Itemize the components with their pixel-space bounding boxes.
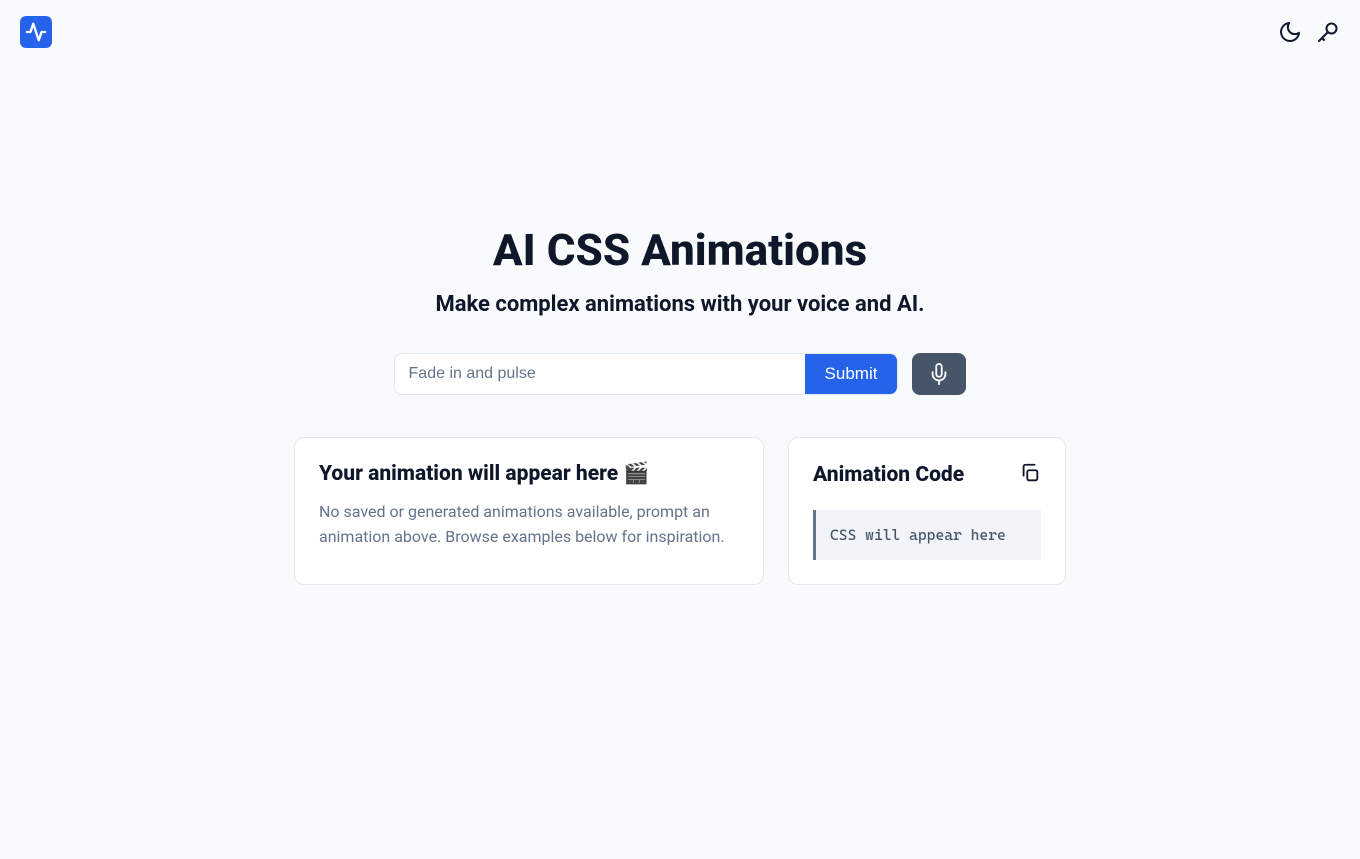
- api-key-button[interactable]: [1316, 20, 1340, 44]
- app-logo[interactable]: [20, 16, 52, 48]
- animation-preview-card: Your animation will appear here 🎬 No sav…: [294, 437, 764, 585]
- activity-icon: [25, 21, 47, 43]
- preview-card-title: Your animation will appear here 🎬: [319, 462, 739, 486]
- prompt-form: Submit: [394, 353, 967, 395]
- prompt-input-group: Submit: [394, 353, 899, 395]
- moon-icon: [1278, 20, 1302, 44]
- microphone-icon: [928, 363, 950, 385]
- preview-card-description: No saved or generated animations availab…: [319, 500, 739, 550]
- copy-code-button[interactable]: [1019, 462, 1041, 488]
- voice-input-button[interactable]: [912, 353, 966, 395]
- page-title: AI CSS Animations: [493, 224, 867, 276]
- animation-code-card: Animation Code CSS will appear here: [788, 437, 1066, 585]
- code-output: CSS will appear here: [813, 510, 1041, 560]
- prompt-input[interactable]: [395, 354, 805, 394]
- theme-toggle-button[interactable]: [1278, 20, 1302, 44]
- submit-button[interactable]: Submit: [805, 354, 898, 394]
- page-subtitle: Make complex animations with your voice …: [435, 292, 924, 317]
- code-card-title: Animation Code: [813, 463, 964, 487]
- key-icon: [1316, 20, 1340, 44]
- copy-icon: [1019, 462, 1041, 484]
